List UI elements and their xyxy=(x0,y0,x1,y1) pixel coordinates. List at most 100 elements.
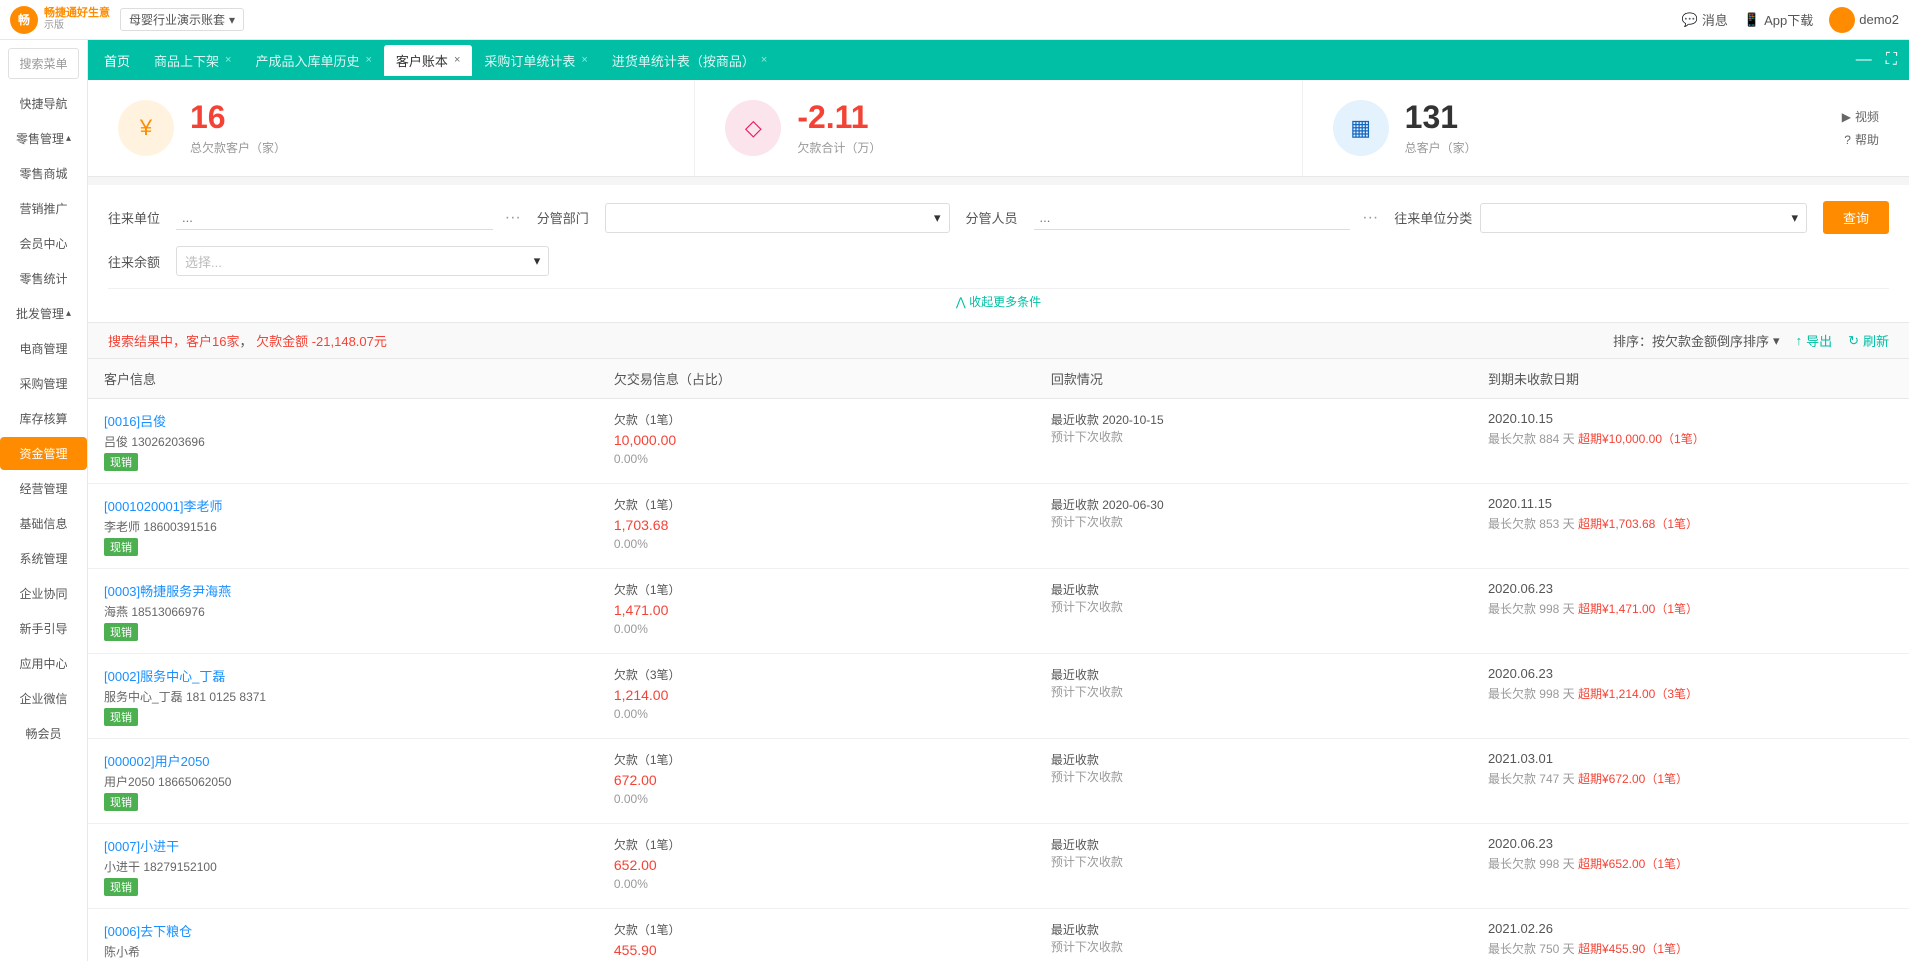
sidebar-item-ecommerce[interactable]: 电商管理 xyxy=(0,332,87,365)
sidebar-item-retail-mall[interactable]: 零售商城 xyxy=(0,157,87,190)
result-bar: 搜索结果中，客户16家， 欠款金额 -21,148.07元 排序：按欠款金额倒序… xyxy=(88,323,1909,359)
tab-bar-actions: — ⛶ xyxy=(1852,49,1905,71)
sort-label: 排序：按欠款金额倒序排序 xyxy=(1613,331,1769,350)
cell-debt-5: 欠款（1笔） 652.00 0.00% xyxy=(598,824,1035,909)
from-unit-more-icon[interactable]: ··· xyxy=(505,209,521,227)
sidebar-item-marketing[interactable]: 营销推广 xyxy=(0,192,87,225)
store-selector[interactable]: 母婴行业演示账套 ▾ xyxy=(120,8,244,31)
customer-name-2[interactable]: [0003]畅捷服务尹海燕 xyxy=(104,581,582,600)
due-date-3: 2020.06.23 xyxy=(1488,666,1893,681)
message-icon: 💬 xyxy=(1682,12,1698,28)
tab-customer-account[interactable]: 客户账本× xyxy=(384,45,472,76)
table-body: [0016]吕俊 吕俊 13026203696 现销 欠款（1笔） 10,000… xyxy=(88,399,1909,961)
sidebar-item-enterprise[interactable]: 企业协同 xyxy=(0,577,87,610)
table-row: [0007]小进干 小进干 18279152100 现销 欠款（1笔） 652.… xyxy=(88,824,1909,909)
overdue-amount-1[interactable]: 超期¥1,703.68（1笔） xyxy=(1578,517,1698,531)
customer-name-5[interactable]: [0007]小进干 xyxy=(104,836,582,855)
collect-date-1: 最近收款 2020-06-30 xyxy=(1051,496,1456,513)
debt-count-3: 欠款（3笔） xyxy=(614,666,1019,683)
cell-debt-1: 欠款（1笔） 1,703.68 0.00% xyxy=(598,484,1035,569)
customer-name-4[interactable]: [000002]用户2050 xyxy=(104,751,582,770)
cell-collect-4: 最近收款 预计下次收款 xyxy=(1035,739,1472,824)
stat-value-2: -2.11 xyxy=(797,100,881,135)
tab-purchase-order[interactable]: 采购订单统计表× xyxy=(472,45,599,76)
collect-next-2: 预计下次收款 xyxy=(1051,598,1456,615)
from-unit-input[interactable] xyxy=(176,206,493,230)
overdue-amount-3[interactable]: 超期¥1,214.00（3笔） xyxy=(1578,687,1698,701)
app-download-button[interactable]: 📱 App下载 xyxy=(1744,10,1813,29)
due-date-0: 2020.10.15 xyxy=(1488,411,1893,426)
overdue-amount-4[interactable]: 超期¥672.00（1笔） xyxy=(1578,772,1688,786)
user-menu[interactable]: demo2 xyxy=(1829,7,1899,33)
help-button[interactable]: ? 帮助 xyxy=(1844,131,1879,148)
search-button[interactable]: 查询 xyxy=(1823,201,1889,234)
balance-dropdown-icon: ▾ xyxy=(534,253,541,269)
sidebar-item-retail-stats[interactable]: 零售统计 xyxy=(0,262,87,295)
stat-content-1: 16 总欠款客户（家） xyxy=(190,100,286,156)
customer-phone-2: 海燕 18513066976 xyxy=(104,603,582,620)
sidebar-item-finance[interactable]: 资金管理 xyxy=(0,437,87,470)
export-label: 导出 xyxy=(1806,331,1832,350)
maximize-button[interactable]: ⛶ xyxy=(1882,49,1901,71)
unit-classify-select[interactable]: ▾ xyxy=(1480,203,1807,233)
sidebar-item-inventory[interactable]: 库存核算 xyxy=(0,402,87,435)
customer-tag-5: 现销 xyxy=(104,878,138,896)
sidebar-item-member[interactable]: 会员中心 xyxy=(0,227,87,260)
export-button[interactable]: ↑ 导出 xyxy=(1796,331,1833,350)
balance-select[interactable]: 选择... ▾ xyxy=(176,246,549,276)
sidebar-item-new-guide[interactable]: 新手引导 xyxy=(0,612,87,645)
sidebar-item-base-info[interactable]: 基础信息 xyxy=(0,507,87,540)
tab-close-product-shelf[interactable]: × xyxy=(225,54,231,66)
sidebar-item-purchase[interactable]: 采购管理 xyxy=(0,367,87,400)
customer-name-1[interactable]: [0001020001]李老师 xyxy=(104,496,582,515)
sidebar-item-app-center[interactable]: 应用中心 xyxy=(0,647,87,680)
sidebar-item-batch-mgmt[interactable]: 批发管理▴ xyxy=(0,297,87,330)
person-more-icon[interactable]: ··· xyxy=(1362,209,1378,227)
debt-amount-4: 672.00 xyxy=(614,772,1019,788)
overdue-amount-0[interactable]: 超期¥10,000.00（1笔） xyxy=(1578,432,1705,446)
tab-home[interactable]: 首页 xyxy=(92,45,142,76)
tab-production-history[interactable]: 产成品入库单历史× xyxy=(243,45,383,76)
sidebar-item-corp-wechat[interactable]: 企业微信 xyxy=(0,682,87,715)
debt-ratio-0: 0.00% xyxy=(614,452,1019,466)
video-icon: ▶ xyxy=(1842,110,1851,124)
tab-close-production-history[interactable]: × xyxy=(365,54,371,66)
stat-icon-money: ¥ xyxy=(118,100,174,156)
cell-debt-2: 欠款（1笔） 1,471.00 0.00% xyxy=(598,569,1035,654)
logo-icon: 畅 xyxy=(10,6,38,34)
video-help-button[interactable]: ▶ 视频 xyxy=(1842,108,1879,125)
customer-name-3[interactable]: [0002]服务中心_丁磊 xyxy=(104,666,582,685)
customer-tag-2: 现销 xyxy=(104,623,138,641)
sidebar-item-system[interactable]: 系统管理 xyxy=(0,542,87,575)
customer-name-6[interactable]: [0006]去下粮仓 xyxy=(104,921,582,940)
sort-button[interactable]: 排序：按欠款金额倒序排序 ▾ xyxy=(1613,331,1780,350)
sidebar-item-member-vip[interactable]: 畅会员 xyxy=(0,717,87,750)
sidebar-item-retail-mgmt[interactable]: 零售管理▴ xyxy=(0,122,87,155)
overdue-amount-5[interactable]: 超期¥652.00（1笔） xyxy=(1578,857,1688,871)
dept-select[interactable]: ▾ xyxy=(605,203,950,233)
collect-next-6: 预计下次收款 xyxy=(1051,938,1456,955)
app-download-label: App下载 xyxy=(1764,10,1813,29)
minimize-button[interactable]: — xyxy=(1852,49,1876,71)
customer-name-0[interactable]: [0016]吕俊 xyxy=(104,411,582,430)
refresh-button[interactable]: ↻ 刷新 xyxy=(1848,331,1889,350)
collapse-button[interactable]: ⋀ 收起更多条件 xyxy=(108,288,1889,314)
person-input[interactable] xyxy=(1034,206,1351,230)
stats-row: ¥ 16 总欠款客户（家） ◇ -2.11 欠款合计（万） ▦ xyxy=(88,80,1909,177)
collect-date-6: 最近收款 xyxy=(1051,921,1456,938)
sidebar-item-business-mgmt[interactable]: 经营管理 xyxy=(0,472,87,505)
overdue-amount-2[interactable]: 超期¥1,471.00（1笔） xyxy=(1578,602,1698,616)
cell-due-2: 2020.06.23 最长欠款 998 天 超期¥1,471.00（1笔） xyxy=(1472,569,1909,654)
tab-product-shelf[interactable]: 商品上下架× xyxy=(142,45,243,76)
message-button[interactable]: 💬 消息 xyxy=(1682,10,1728,29)
tab-purchase-stats[interactable]: 进货单统计表（按商品）× xyxy=(600,45,779,76)
tab-close-customer-account[interactable]: × xyxy=(454,54,460,66)
tab-close-purchase-order[interactable]: × xyxy=(581,54,587,66)
help-label: 帮助 xyxy=(1855,131,1879,148)
customer-phone-5: 小进干 18279152100 xyxy=(104,858,582,875)
tab-close-purchase-stats[interactable]: × xyxy=(761,54,767,66)
debt-ratio-3: 0.00% xyxy=(614,707,1019,721)
sidebar-item-quick-nav[interactable]: 快捷导航 xyxy=(0,87,87,120)
overdue-amount-6[interactable]: 超期¥455.90（1笔） xyxy=(1578,942,1688,956)
search-menu-button[interactable]: 搜索菜单 xyxy=(8,48,79,79)
